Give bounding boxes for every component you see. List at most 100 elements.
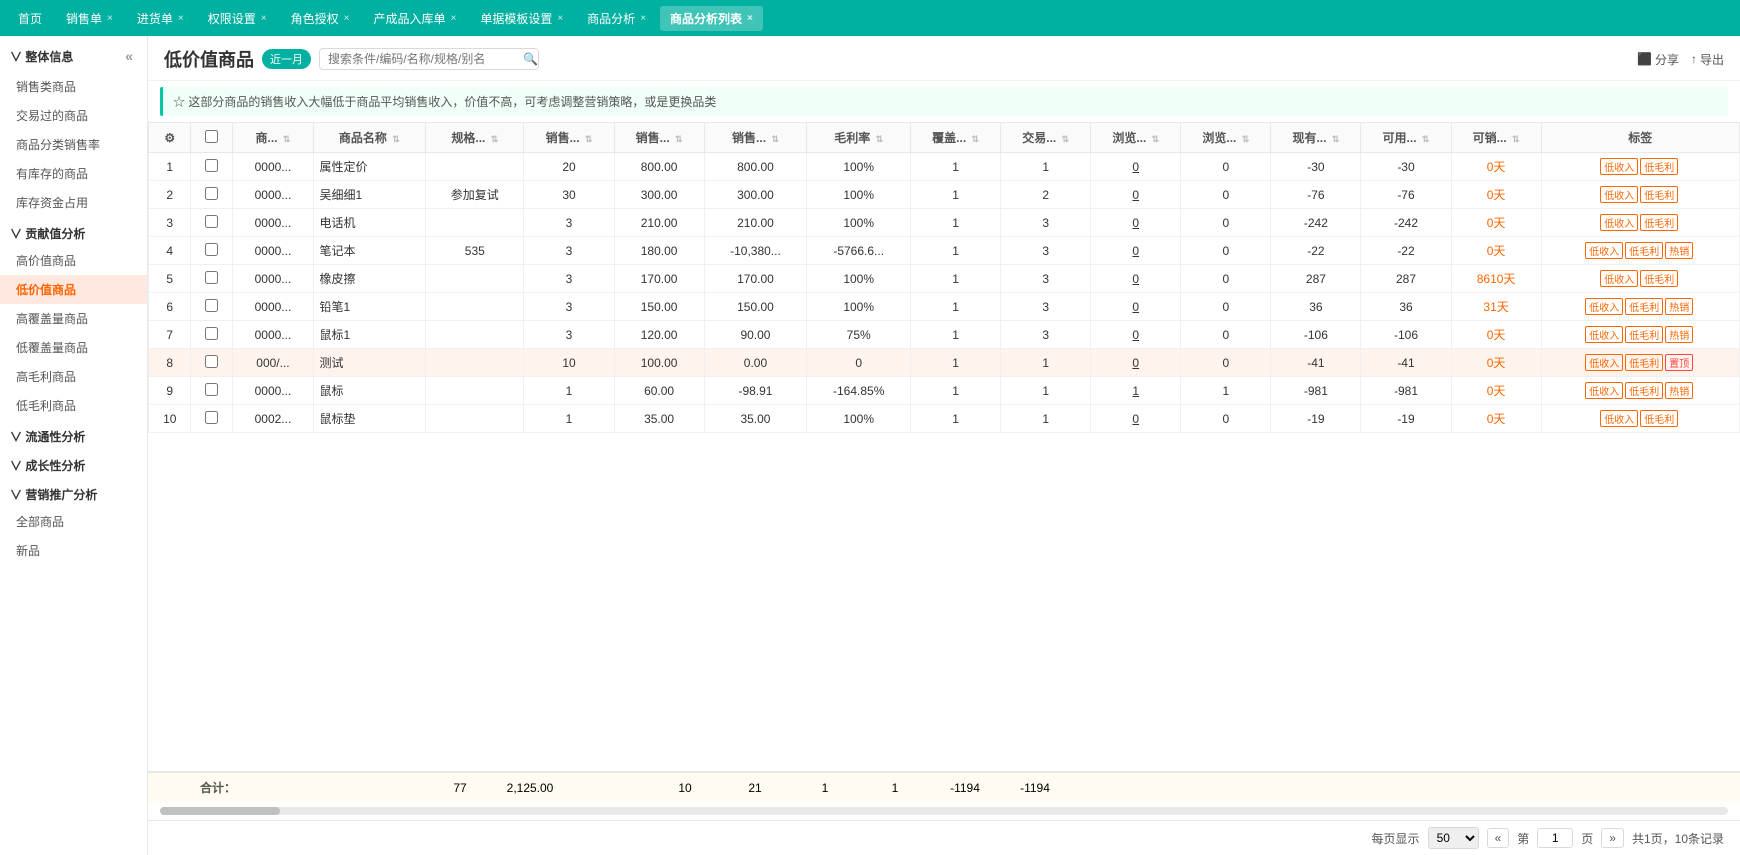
sidebar-collapse-btn[interactable]: « [121,44,137,68]
row-checkbox[interactable] [191,265,233,293]
nav-roles[interactable]: 角色授权 × [281,6,360,31]
nav-permissions[interactable]: 权限设置 × [198,6,277,31]
sidebar-group-liquidity[interactable]: ∨ 流通性分析 [0,420,147,449]
col-views1-header[interactable]: 浏览... ⇅ [1091,123,1181,153]
nav-purchase[interactable]: 进货单 × [127,6,194,31]
sidebar-group-overall[interactable]: ∨ 整体信息 « [0,36,147,72]
row-col7[interactable]: 0 [1091,153,1181,181]
sidebar-group-marketing[interactable]: ∨ 营销推广分析 [0,478,147,507]
sidebar-item-low-margin[interactable]: 低毛利商品 [0,391,147,420]
sidebar-group-growth[interactable]: ∨ 成长性分析 [0,449,147,478]
browse-link[interactable]: 0 [1132,216,1139,230]
nav-template-close[interactable]: × [557,13,563,24]
col-checkbox[interactable] [191,123,233,153]
nav-analysis-close[interactable]: × [640,13,646,24]
row-col7[interactable]: 0 [1091,209,1181,237]
search-input[interactable] [319,48,539,70]
row-select-checkbox[interactable] [205,243,218,256]
nav-home[interactable]: 首页 [8,6,52,31]
row-checkbox[interactable] [191,405,233,433]
sidebar-item-capital[interactable]: 库存资金占用 [0,188,147,217]
col-name-header[interactable]: 商品名称 ⇅ [313,123,426,153]
nav-analysis[interactable]: 商品分析 × [577,6,656,31]
page-size-select[interactable]: 50 100 200 [1428,827,1479,849]
row-select-checkbox[interactable] [205,187,218,200]
nav-permissions-close[interactable]: × [261,13,267,24]
row-checkbox[interactable] [191,181,233,209]
row-select-checkbox[interactable] [205,271,218,284]
nav-analysis-list[interactable]: 商品分析列表 × [660,6,763,31]
col-trade-header[interactable]: 交易... ⇅ [1001,123,1091,153]
col-sales2-header[interactable]: 销售... ⇅ [614,123,704,153]
sidebar-item-inventory[interactable]: 有库存的商品 [0,159,147,188]
sidebar-item-new-goods[interactable]: 新品 [0,536,147,565]
row-col7[interactable]: 0 [1091,265,1181,293]
col-margin-header[interactable]: 毛利率 ⇅ [807,123,911,153]
browse-link[interactable]: 0 [1132,412,1139,426]
row-col7[interactable]: 0 [1091,405,1181,433]
browse-link[interactable]: 0 [1132,328,1139,342]
browse-link[interactable]: 0 [1132,160,1139,174]
row-checkbox[interactable] [191,321,233,349]
first-page-btn[interactable]: « [1487,828,1510,848]
browse-link[interactable]: 1 [1132,384,1139,398]
nav-inbound-close[interactable]: × [450,13,456,24]
nav-template[interactable]: 单据模板设置 × [470,6,573,31]
browse-link[interactable]: 0 [1132,272,1139,286]
row-select-checkbox[interactable] [205,215,218,228]
row-col7[interactable]: 0 [1091,321,1181,349]
h-scrollbar-track[interactable] [160,807,1728,815]
h-scroll-container[interactable] [148,802,1740,820]
export-button[interactable]: ↑ 导出 [1691,51,1724,68]
nav-analysis-list-close[interactable]: × [747,13,753,24]
row-checkbox[interactable] [191,237,233,265]
sidebar-item-high-coverage[interactable]: 高覆盖量商品 [0,304,147,333]
sidebar-item-low-value[interactable]: 低价值商品 [0,275,147,304]
nav-sales[interactable]: 销售单 × [56,6,123,31]
share-button[interactable]: ⬛ 分享 [1637,51,1679,68]
select-all-checkbox[interactable] [205,130,218,143]
row-select-checkbox[interactable] [205,159,218,172]
sidebar-item-low-coverage[interactable]: 低覆盖量商品 [0,333,147,362]
row-select-checkbox[interactable] [205,411,218,424]
sidebar-item-category-rate[interactable]: 商品分类销售率 [0,130,147,159]
col-spec-header[interactable]: 规格... ⇅ [426,123,524,153]
col-code-header[interactable]: 商... ⇅ [233,123,313,153]
browse-link[interactable]: 0 [1132,244,1139,258]
sidebar-item-traded[interactable]: 交易过的商品 [0,101,147,130]
time-badge[interactable]: 近一月 [262,49,311,69]
sidebar-item-high-margin[interactable]: 高毛利商品 [0,362,147,391]
col-saleable-header[interactable]: 可销... ⇅ [1451,123,1541,153]
search-icon[interactable]: 🔍 [523,52,538,66]
col-settings[interactable]: ⚙ [149,123,191,153]
h-scrollbar-thumb[interactable] [160,807,280,815]
row-select-checkbox[interactable] [205,327,218,340]
browse-link[interactable]: 0 [1132,300,1139,314]
browse-link[interactable]: 0 [1132,356,1139,370]
row-select-checkbox[interactable] [205,299,218,312]
row-select-checkbox[interactable] [205,355,218,368]
row-checkbox[interactable] [191,377,233,405]
sidebar-item-high-value[interactable]: 高价值商品 [0,246,147,275]
row-col7[interactable]: 0 [1091,293,1181,321]
nav-sales-close[interactable]: × [107,13,113,24]
sidebar-item-all-goods[interactable]: 全部商品 [0,507,147,536]
row-select-checkbox[interactable] [205,383,218,396]
col-coverage-header[interactable]: 覆盖... ⇅ [911,123,1001,153]
browse-link[interactable]: 0 [1132,188,1139,202]
row-checkbox[interactable] [191,153,233,181]
row-col7[interactable]: 0 [1091,349,1181,377]
col-views2-header[interactable]: 浏览... ⇅ [1181,123,1271,153]
row-checkbox[interactable] [191,349,233,377]
row-col7[interactable]: 0 [1091,237,1181,265]
row-col7[interactable]: 0 [1091,181,1181,209]
nav-purchase-close[interactable]: × [178,13,184,24]
next-page-btn[interactable]: » [1601,828,1624,848]
nav-inbound[interactable]: 产成品入库单 × [363,6,466,31]
sidebar-item-sales-goods[interactable]: 销售类商品 [0,72,147,101]
row-col7[interactable]: 1 [1091,377,1181,405]
col-sales3-header[interactable]: 销售... ⇅ [704,123,807,153]
col-available-header[interactable]: 可用... ⇅ [1361,123,1451,153]
page-number-input[interactable] [1537,828,1573,848]
table-container[interactable]: ⚙ 商... ⇅ 商品名称 ⇅ 规格... ⇅ 销售... ⇅ 销售... ⇅ … [148,122,1740,771]
